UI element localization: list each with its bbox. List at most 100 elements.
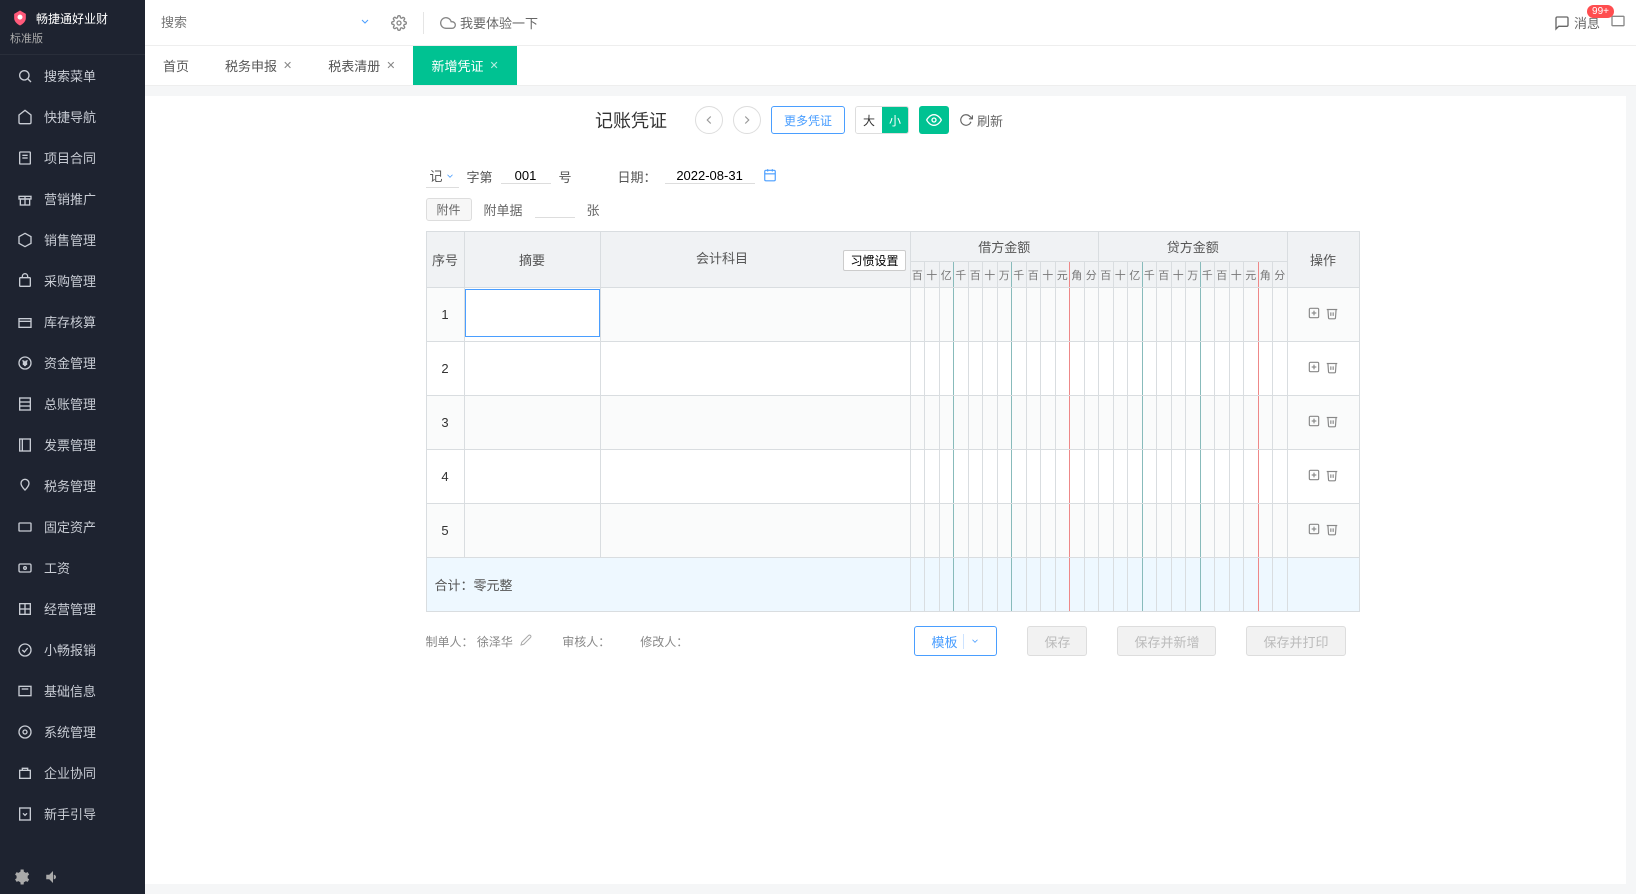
sidebar-item-1[interactable]: 快捷导航 [0, 96, 145, 137]
amount-digit-cell[interactable] [1171, 288, 1186, 342]
amount-digit-cell[interactable] [1084, 450, 1099, 504]
amount-digit-cell[interactable] [1157, 450, 1172, 504]
template-button[interactable]: 模板 [914, 626, 997, 656]
size-small-button[interactable]: 小 [882, 107, 908, 133]
amount-digit-cell[interactable] [1099, 288, 1114, 342]
amount-digit-cell[interactable] [1128, 504, 1143, 558]
amount-digit-cell[interactable] [1026, 504, 1041, 558]
amount-digit-cell[interactable] [1258, 342, 1273, 396]
delete-row-icon[interactable] [1325, 414, 1339, 431]
amount-digit-cell[interactable] [925, 342, 940, 396]
amount-digit-cell[interactable] [1128, 396, 1143, 450]
amount-digit-cell[interactable] [1229, 504, 1244, 558]
expand-icon[interactable] [1610, 13, 1626, 32]
tab-1[interactable]: 税务申报✕ [207, 46, 310, 85]
amount-digit-cell[interactable] [1026, 342, 1041, 396]
amount-digit-cell[interactable] [1012, 288, 1027, 342]
amount-digit-cell[interactable] [1012, 504, 1027, 558]
sidebar-item-15[interactable]: 基础信息 [0, 670, 145, 711]
amount-digit-cell[interactable] [1244, 342, 1259, 396]
amount-digit-cell[interactable] [1157, 504, 1172, 558]
amount-digit-cell[interactable] [1128, 288, 1143, 342]
amount-digit-cell[interactable] [925, 396, 940, 450]
sidebar-item-11[interactable]: 固定资产 [0, 506, 145, 547]
tab-2[interactable]: 税表清册✕ [310, 46, 413, 85]
amount-digit-cell[interactable] [1142, 450, 1157, 504]
delete-row-icon[interactable] [1325, 522, 1339, 539]
sidebar-item-8[interactable]: 总账管理 [0, 383, 145, 424]
amount-digit-cell[interactable] [1113, 396, 1128, 450]
amount-digit-cell[interactable] [1070, 450, 1085, 504]
amount-digit-cell[interactable] [1215, 396, 1230, 450]
tab-0[interactable]: 首页 [145, 46, 207, 85]
add-row-icon[interactable] [1307, 306, 1321, 323]
sidebar-item-10[interactable]: 税务管理 [0, 465, 145, 506]
amount-digit-cell[interactable] [1012, 342, 1027, 396]
amount-digit-cell[interactable] [1157, 288, 1172, 342]
sidebar-item-5[interactable]: 采购管理 [0, 260, 145, 301]
amount-digit-cell[interactable] [968, 504, 983, 558]
edit-maker-icon[interactable] [520, 635, 532, 649]
amount-digit-cell[interactable] [1070, 342, 1085, 396]
amount-digit-cell[interactable] [925, 504, 940, 558]
amount-digit-cell[interactable] [1113, 504, 1128, 558]
save-print-button[interactable]: 保存并打印 [1246, 626, 1345, 656]
amount-digit-cell[interactable] [1186, 342, 1201, 396]
sidebar-item-16[interactable]: 系统管理 [0, 711, 145, 752]
sidebar-item-2[interactable]: 项目合同 [0, 137, 145, 178]
amount-digit-cell[interactable] [1186, 288, 1201, 342]
amount-digit-cell[interactable] [1215, 504, 1230, 558]
amount-digit-cell[interactable] [1128, 450, 1143, 504]
amount-digit-cell[interactable] [1244, 450, 1259, 504]
amount-digit-cell[interactable] [1244, 288, 1259, 342]
calendar-icon[interactable] [763, 168, 777, 185]
next-voucher-button[interactable] [733, 106, 761, 134]
amount-digit-cell[interactable] [1012, 450, 1027, 504]
amount-digit-cell[interactable] [1128, 342, 1143, 396]
amount-digit-cell[interactable] [939, 450, 954, 504]
amount-digit-cell[interactable] [1113, 450, 1128, 504]
amount-digit-cell[interactable] [997, 288, 1012, 342]
amount-digit-cell[interactable] [1229, 288, 1244, 342]
voucher-type-select[interactable]: 记 [426, 164, 459, 188]
sidebar-item-18[interactable]: 新手引导 [0, 793, 145, 834]
amount-digit-cell[interactable] [939, 396, 954, 450]
amount-digit-cell[interactable] [954, 288, 969, 342]
amount-digit-cell[interactable] [1113, 342, 1128, 396]
add-row-icon[interactable] [1307, 522, 1321, 539]
size-large-button[interactable]: 大 [856, 107, 882, 133]
sidebar-item-7[interactable]: ¥资金管理 [0, 342, 145, 383]
amount-digit-cell[interactable] [1273, 396, 1288, 450]
amount-digit-cell[interactable] [1273, 504, 1288, 558]
amount-digit-cell[interactable] [1186, 396, 1201, 450]
summary-cell[interactable] [464, 504, 600, 558]
attach-button[interactable]: 附件 [426, 198, 472, 221]
chevron-down-icon[interactable] [359, 15, 371, 30]
amount-digit-cell[interactable] [910, 396, 925, 450]
amount-digit-cell[interactable] [1055, 342, 1070, 396]
summary-input[interactable] [465, 289, 600, 337]
habit-settings-button[interactable]: 习惯设置 [843, 250, 905, 271]
amount-digit-cell[interactable] [1026, 396, 1041, 450]
amount-digit-cell[interactable] [910, 342, 925, 396]
sidebar-item-13[interactable]: 经营管理 [0, 588, 145, 629]
amount-digit-cell[interactable] [1157, 342, 1172, 396]
attach-count-input[interactable] [535, 202, 575, 218]
amount-digit-cell[interactable] [954, 504, 969, 558]
sidebar-item-6[interactable]: 库存核算 [0, 301, 145, 342]
amount-digit-cell[interactable] [1099, 396, 1114, 450]
amount-digit-cell[interactable] [1084, 288, 1099, 342]
more-vouchers-button[interactable]: 更多凭证 [771, 106, 845, 134]
amount-digit-cell[interactable] [968, 450, 983, 504]
amount-digit-cell[interactable] [910, 504, 925, 558]
amount-digit-cell[interactable] [1055, 396, 1070, 450]
amount-digit-cell[interactable] [954, 342, 969, 396]
amount-digit-cell[interactable] [1157, 396, 1172, 450]
amount-digit-cell[interactable] [1171, 396, 1186, 450]
summary-cell[interactable] [464, 450, 600, 504]
sidebar-item-12[interactable]: 工资 [0, 547, 145, 588]
tab-3[interactable]: 新增凭证✕ [413, 46, 516, 85]
amount-digit-cell[interactable] [1186, 504, 1201, 558]
gear-icon[interactable] [383, 11, 415, 35]
amount-digit-cell[interactable] [939, 288, 954, 342]
